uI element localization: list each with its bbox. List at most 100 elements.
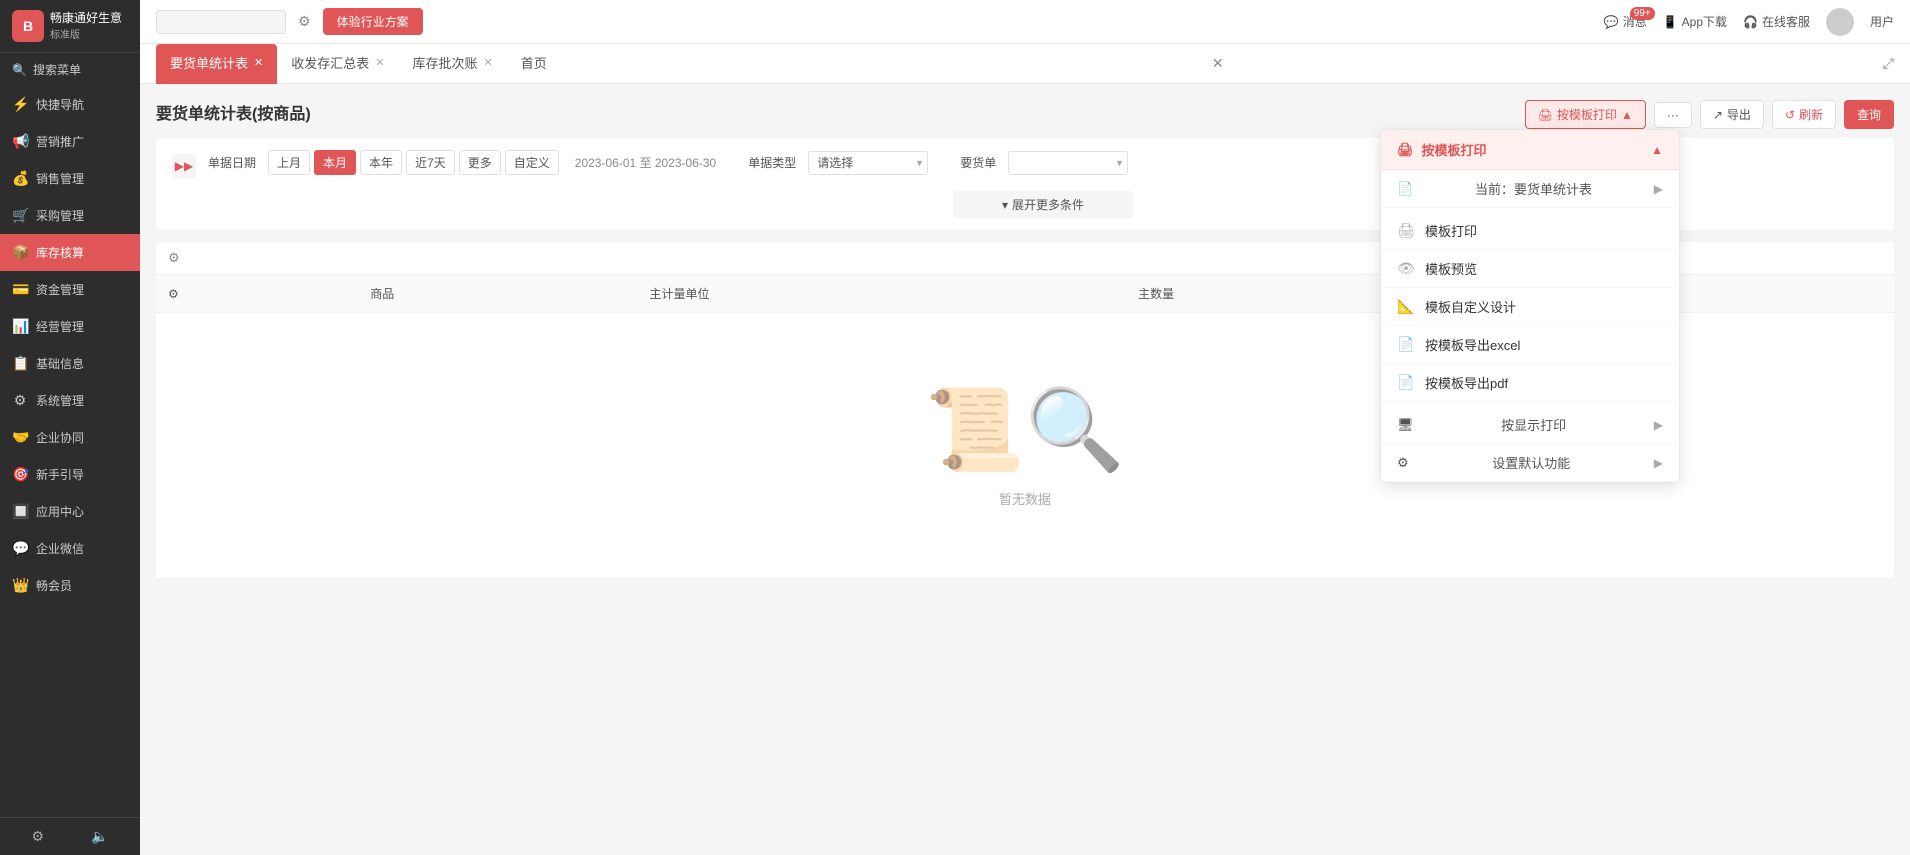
- nav-icon-finance: 💳: [12, 281, 28, 298]
- messages-badge: 99+: [1630, 7, 1655, 20]
- dropdown-item-template-pdf[interactable]: 📄按模板导出pdf: [1381, 364, 1679, 402]
- chevron-up-icon: ▲: [1621, 108, 1633, 122]
- tab-home[interactable]: 首页: [507, 44, 561, 84]
- column-settings-icon[interactable]: ⚙: [168, 250, 180, 266]
- topbar-search-input[interactable]: [156, 10, 286, 34]
- window-close-icon[interactable]: ✕: [1212, 55, 1224, 72]
- sidebar-item-guide[interactable]: 🎯新手引导: [0, 456, 140, 493]
- dropdown-close-chevron[interactable]: ▲: [1651, 143, 1663, 157]
- date-btn-current[interactable]: 本月: [314, 150, 356, 175]
- search-icon: 🔍: [12, 63, 27, 77]
- messages-btn[interactable]: 💬 消息 99+: [1604, 13, 1647, 30]
- nav-icon-operations: 📊: [12, 318, 28, 335]
- sidebar-nav: ⚡快捷导航📢营销推广💰销售管理🛒采购管理📦库存核算💳资金管理 📊 经营管理 📋基础信息…: [0, 86, 140, 817]
- order-type-select[interactable]: 请选择: [808, 151, 928, 175]
- sidebar-item-marketing[interactable]: 📢营销推广: [0, 123, 140, 160]
- tab-close-inventory-batch[interactable]: ✕: [483, 56, 492, 69]
- nav-label-system: 系统管理: [36, 392, 84, 409]
- sidebar-item-system[interactable]: ⚙系统管理: [0, 382, 140, 419]
- settings-bottom-icon[interactable]: ⚙: [32, 828, 45, 845]
- dropdown-item-label-template-pdf: 按模板导出pdf: [1425, 373, 1508, 392]
- sidebar-item-operations[interactable]: 📊 经营管理: [0, 308, 140, 345]
- topbar-gear-icon[interactable]: ⚙: [298, 13, 311, 30]
- headset-icon: 🎧: [1743, 15, 1758, 29]
- current-template-icon: 📄: [1397, 181, 1413, 197]
- sound-icon[interactable]: 🔈: [91, 828, 108, 845]
- sidebar-item-collab[interactable]: 🤝企业协同: [0, 419, 140, 456]
- order-type-select-wrap: 请选择: [808, 151, 928, 175]
- export-button[interactable]: ↗ 导出: [1700, 100, 1764, 129]
- nav-label-operations: 经营管理: [36, 318, 84, 335]
- dropdown-item-template-design[interactable]: 📐模板自定义设计: [1381, 288, 1679, 326]
- sidebar-item-member[interactable]: 👑畅会员: [0, 567, 140, 604]
- nav-label-guide: 新手引导: [36, 466, 84, 483]
- online-service-btn[interactable]: 🎧 在线客服: [1743, 13, 1810, 30]
- sidebar-item-finance[interactable]: 💳资金管理: [0, 271, 140, 308]
- tab-close-payment-summary[interactable]: ✕: [375, 56, 384, 69]
- goods-select[interactable]: [1008, 151, 1128, 175]
- window-expand-icon[interactable]: ⤢: [1883, 55, 1894, 72]
- dropdown-current-template[interactable]: 📄 当前：要货单统计表 ▶: [1381, 170, 1679, 208]
- col-settings-icon[interactable]: ⚙: [168, 287, 179, 301]
- nav-icon-purchase: 🛒: [12, 207, 28, 224]
- col-header-unit: 主计量单位: [637, 275, 1126, 313]
- sidebar-item-basic[interactable]: 📋基础信息: [0, 345, 140, 382]
- print-template-button[interactable]: 🖨 按模板打印 ▲: [1525, 100, 1646, 129]
- default-func-item[interactable]: ⚙ 设置默认功能 ▶: [1381, 444, 1679, 482]
- date-btn-year[interactable]: 本年: [360, 150, 402, 175]
- bell-icon: 💬: [1604, 15, 1619, 29]
- goods-type-label: 要货单: [960, 154, 996, 171]
- printer-icon: 🖨: [1538, 108, 1553, 122]
- dropdown-item-label-template-excel: 按模板导出excel: [1425, 335, 1520, 354]
- dropdown-item-label-template-design: 模板自定义设计: [1425, 297, 1516, 316]
- nav-label-wechat: 企业微信: [36, 540, 84, 557]
- nav-label-inventory: 库存核算: [36, 244, 84, 261]
- dropdown-item-template-print[interactable]: 🖨模板打印: [1381, 212, 1679, 250]
- sidebar-item-apps[interactable]: 🔲应用中心: [0, 493, 140, 530]
- dropdown-item-icon-template-excel: 📄: [1397, 336, 1415, 353]
- sidebar-item-inventory[interactable]: 📦库存核算: [0, 234, 140, 271]
- tab-order-stats[interactable]: 要货单统计表✕: [156, 44, 277, 84]
- trial-button[interactable]: 体验行业方案: [323, 8, 423, 35]
- date-btn-7days[interactable]: 近7天: [406, 150, 455, 175]
- tab-label-inventory-batch: 库存批次账: [412, 53, 477, 72]
- current-template-arrow: ▶: [1654, 182, 1663, 196]
- user-avatar[interactable]: [1826, 8, 1854, 36]
- search-menu[interactable]: 🔍 搜索菜单: [0, 53, 140, 86]
- date-btn-prev[interactable]: 上月: [268, 150, 310, 175]
- display-print-item[interactable]: 🖥 按显示打印 ▶: [1381, 406, 1679, 444]
- refresh-icon: ↺: [1785, 108, 1795, 122]
- sidebar-item-sales[interactable]: 💰销售管理: [0, 160, 140, 197]
- filter-expand-button[interactable]: ▶▶: [172, 154, 196, 178]
- sidebar-item-wechat[interactable]: 💬企业微信: [0, 530, 140, 567]
- tab-payment-summary[interactable]: 收发存汇总表✕: [277, 44, 398, 84]
- dropdown-item-template-excel[interactable]: 📄 按模板导出excel: [1381, 326, 1679, 364]
- chevron-down-icon: ▾: [1002, 198, 1008, 212]
- sidebar-item-quick-nav[interactable]: ⚡快捷导航: [0, 86, 140, 123]
- tab-inventory-batch[interactable]: 库存批次账 ✕: [398, 44, 506, 84]
- app-name: 畅康通好生意: [50, 11, 122, 27]
- tabs-bar: 要货单统计表✕收发存汇总表✕ 库存批次账 ✕ 首页 ✕ ⤢: [140, 44, 1910, 84]
- dropdown-header[interactable]: 🖨 按模板打印 ▲: [1381, 130, 1679, 170]
- query-button[interactable]: 查询: [1844, 100, 1894, 129]
- dropdown-item-icon-template-print: 🖨: [1397, 222, 1415, 239]
- dropdown-item-template-preview[interactable]: 👁模板预览: [1381, 250, 1679, 288]
- date-range-display: 2023-06-01 至 2023-06-30: [575, 154, 716, 171]
- nav-icon-collab: 🤝: [12, 429, 28, 446]
- main-area: ⚙ 体验行业方案 💬 消息 99+ 📱 App下载 🎧 在线客服 用户 要货单统…: [140, 0, 1910, 855]
- topbar-right: 💬 消息 99+ 📱 App下载 🎧 在线客服 用户: [1604, 8, 1894, 36]
- nav-icon-apps: 🔲: [12, 503, 28, 520]
- expand-more-button[interactable]: ▾ 展开更多条件: [953, 191, 1133, 218]
- date-btn-more[interactable]: 更多: [459, 150, 501, 175]
- dropdown-title-area: 🖨 按模板打印: [1397, 140, 1487, 159]
- sidebar-item-purchase[interactable]: 🛒采购管理: [0, 197, 140, 234]
- empty-text: 暂无数据: [999, 489, 1051, 508]
- more-options-button[interactable]: ···: [1654, 102, 1692, 128]
- logo-icon: B: [12, 10, 44, 42]
- refresh-button[interactable]: ↺ 刷新: [1772, 100, 1836, 129]
- default-func-icon: ⚙: [1397, 455, 1409, 471]
- tab-close-order-stats[interactable]: ✕: [254, 56, 263, 69]
- app-download-btn[interactable]: 📱 App下载: [1663, 13, 1727, 30]
- date-btn-custom[interactable]: 自定义: [505, 150, 559, 175]
- app-version: 标准版: [50, 26, 122, 41]
